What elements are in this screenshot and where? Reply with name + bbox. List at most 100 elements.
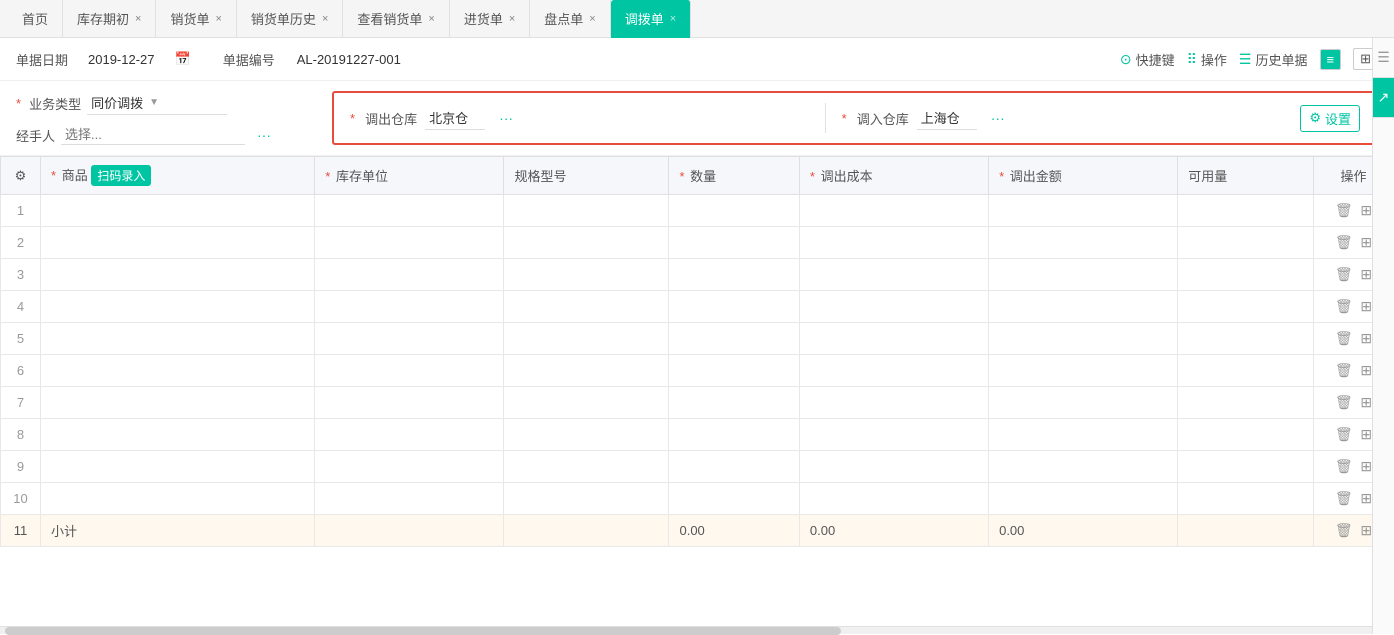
th-settings[interactable]: ⚙	[1, 157, 41, 195]
row-product-4[interactable]	[41, 291, 315, 323]
row-copy-icon-1[interactable]: ⊞	[1360, 202, 1372, 218]
row-spec-2[interactable]	[504, 227, 669, 259]
row-cost-8[interactable]	[799, 419, 988, 451]
row-product-9[interactable]	[41, 451, 315, 483]
tab-sales-history[interactable]: 销货单历史 ×	[237, 0, 343, 38]
row-qty-6[interactable]	[669, 355, 799, 387]
row-product-10[interactable]	[41, 483, 315, 515]
view-list-button[interactable]: ≡	[1320, 49, 1342, 70]
row-cost-6[interactable]	[799, 355, 988, 387]
row-amount-6[interactable]	[989, 355, 1178, 387]
row-unit-5[interactable]	[315, 323, 504, 355]
row-amount-3[interactable]	[989, 259, 1178, 291]
row-spec-9[interactable]	[504, 451, 669, 483]
ops-button[interactable]: ⠿ 操作	[1187, 50, 1227, 69]
row-spec-5[interactable]	[504, 323, 669, 355]
row-delete-icon-1[interactable]: 🗑	[1335, 202, 1353, 218]
row-spec-3[interactable]	[504, 259, 669, 291]
row-unit-7[interactable]	[315, 387, 504, 419]
copy-icon[interactable]: ⊞	[1360, 522, 1372, 538]
row-cost-5[interactable]	[799, 323, 988, 355]
delete-icon[interactable]: 🗑	[1335, 522, 1353, 538]
row-delete-icon-2[interactable]: 🗑	[1335, 234, 1353, 250]
row-amount-2[interactable]	[989, 227, 1178, 259]
tab-transfer[interactable]: 调拨单 ×	[611, 0, 691, 38]
row-delete-icon-4[interactable]: 🗑	[1335, 298, 1353, 314]
history-button[interactable]: ☰ 历史单据	[1239, 50, 1308, 69]
tab-purchase-close[interactable]: ×	[509, 13, 515, 25]
row-qty-9[interactable]	[669, 451, 799, 483]
row-qty-1[interactable]	[669, 195, 799, 227]
row-delete-icon-5[interactable]: 🗑	[1335, 330, 1353, 346]
row-product-1[interactable]	[41, 195, 315, 227]
row-delete-icon-8[interactable]: 🗑	[1335, 426, 1353, 442]
row-product-5[interactable]	[41, 323, 315, 355]
handler-input[interactable]	[61, 125, 245, 145]
row-copy-icon-3[interactable]: ⊞	[1360, 266, 1372, 282]
row-cost-7[interactable]	[799, 387, 988, 419]
tab-sales-order[interactable]: 销货单 ×	[156, 0, 236, 38]
row-amount-9[interactable]	[989, 451, 1178, 483]
row-cost-2[interactable]	[799, 227, 988, 259]
row-amount-8[interactable]	[989, 419, 1178, 451]
row-unit-10[interactable]	[315, 483, 504, 515]
tab-sales-history-close[interactable]: ×	[322, 13, 328, 25]
tab-transfer-close[interactable]: ×	[670, 13, 676, 25]
row-unit-4[interactable]	[315, 291, 504, 323]
row-qty-10[interactable]	[669, 483, 799, 515]
tab-home[interactable]: 首页	[8, 0, 63, 38]
scan-button[interactable]: 扫码录入	[91, 165, 151, 186]
tab-inventory-init[interactable]: 库存期初 ×	[63, 0, 156, 38]
row-copy-icon-9[interactable]: ⊞	[1360, 458, 1372, 474]
row-cost-1[interactable]	[799, 195, 988, 227]
row-unit-1[interactable]	[315, 195, 504, 227]
row-qty-8[interactable]	[669, 419, 799, 451]
row-product-7[interactable]	[41, 387, 315, 419]
row-copy-icon-5[interactable]: ⊞	[1360, 330, 1372, 346]
row-unit-8[interactable]	[315, 419, 504, 451]
row-spec-1[interactable]	[504, 195, 669, 227]
row-unit-2[interactable]	[315, 227, 504, 259]
row-delete-icon-6[interactable]: 🗑	[1335, 362, 1353, 378]
row-spec-10[interactable]	[504, 483, 669, 515]
row-unit-3[interactable]	[315, 259, 504, 291]
calendar-icon[interactable]: 📅	[175, 51, 191, 67]
row-amount-1[interactable]	[989, 195, 1178, 227]
row-delete-icon-3[interactable]: 🗑	[1335, 266, 1353, 282]
row-spec-8[interactable]	[504, 419, 669, 451]
row-product-8[interactable]	[41, 419, 315, 451]
row-qty-7[interactable]	[669, 387, 799, 419]
row-qty-5[interactable]	[669, 323, 799, 355]
shortcut-button[interactable]: ⊙ 快捷键	[1120, 50, 1175, 69]
tab-sales-order-close[interactable]: ×	[215, 13, 221, 25]
settings-button[interactable]: ⚙ 设置	[1300, 105, 1360, 132]
row-spec-6[interactable]	[504, 355, 669, 387]
tab-inventory-close[interactable]: ×	[589, 13, 595, 25]
tab-purchase[interactable]: 进货单 ×	[450, 0, 530, 38]
tab-view-sales[interactable]: 查看销货单 ×	[343, 0, 449, 38]
row-product-2[interactable]	[41, 227, 315, 259]
row-copy-icon-2[interactable]: ⊞	[1360, 234, 1372, 250]
row-qty-2[interactable]	[669, 227, 799, 259]
row-copy-icon-4[interactable]: ⊞	[1360, 298, 1372, 314]
row-copy-icon-7[interactable]: ⊞	[1360, 394, 1372, 410]
row-qty-4[interactable]	[669, 291, 799, 323]
warehouse-in-more-icon[interactable]: ···	[991, 110, 1005, 126]
row-delete-icon-10[interactable]: 🗑	[1335, 490, 1353, 506]
row-copy-icon-8[interactable]: ⊞	[1360, 426, 1372, 442]
row-amount-7[interactable]	[989, 387, 1178, 419]
biz-type-select[interactable]: 同价调拨 ▼	[87, 91, 227, 115]
row-cost-3[interactable]	[799, 259, 988, 291]
row-unit-9[interactable]	[315, 451, 504, 483]
sidebar-expand-icon[interactable]: ↗	[1373, 78, 1394, 118]
row-cost-10[interactable]	[799, 483, 988, 515]
row-amount-5[interactable]	[989, 323, 1178, 355]
row-product-3[interactable]	[41, 259, 315, 291]
tab-view-sales-close[interactable]: ×	[428, 13, 434, 25]
row-qty-3[interactable]	[669, 259, 799, 291]
handler-more-icon[interactable]: ···	[257, 127, 271, 143]
row-product-6[interactable]	[41, 355, 315, 387]
warehouse-in-value[interactable]: 上海仓	[917, 106, 977, 130]
settings-gear-icon[interactable]: ⚙	[15, 168, 27, 183]
row-copy-icon-6[interactable]: ⊞	[1360, 362, 1372, 378]
